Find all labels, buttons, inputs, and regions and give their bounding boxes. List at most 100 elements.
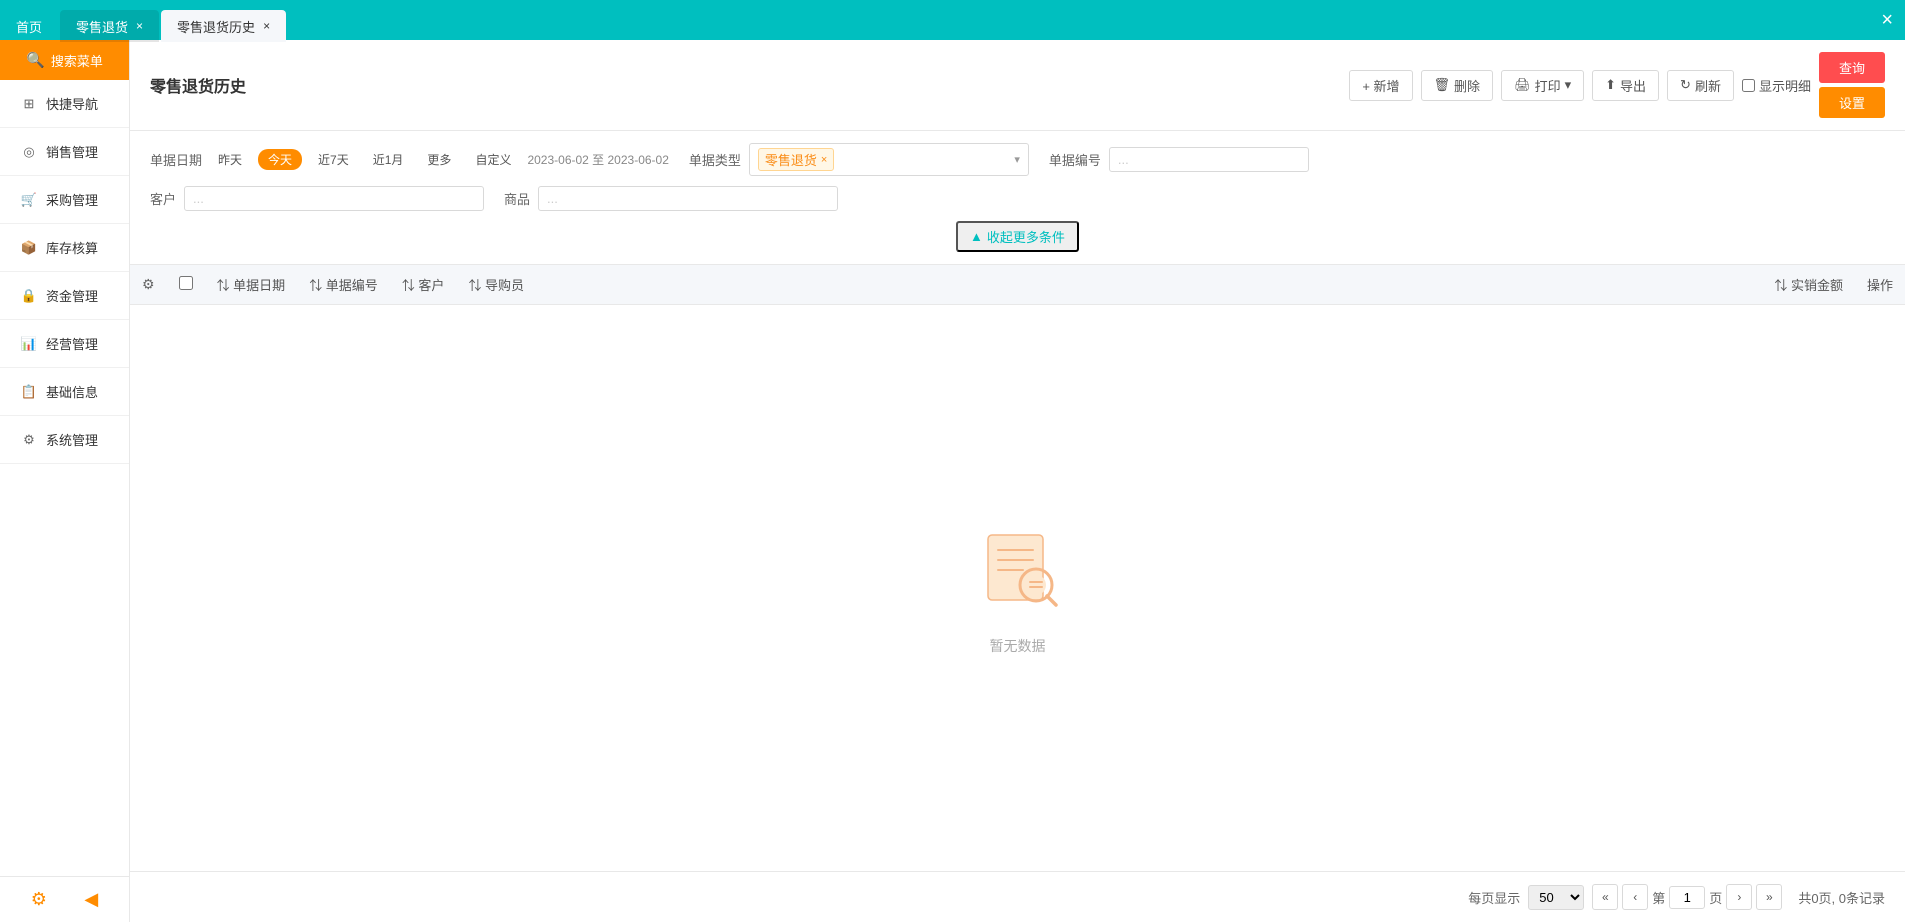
sidebar-item-system-mgmt-label: 系统管理 xyxy=(46,430,98,449)
date-btn-today[interactable]: 今天 xyxy=(258,149,302,170)
col-settings: ⚙ xyxy=(130,265,167,305)
refresh-label: 刷新 xyxy=(1695,76,1721,95)
tab-retail-return[interactable]: 零售退货 × xyxy=(60,10,159,42)
quick-nav-icon: ⊞ xyxy=(20,95,38,113)
col-date-label: ⇅ 单据日期 xyxy=(217,278,286,293)
tab-retail-return-history[interactable]: 零售退货历史 × xyxy=(161,10,286,42)
sidebar-bottom: ⚙ ◀ xyxy=(0,876,129,922)
page-header: 零售退货历史 + 新增 🗑 删除 🖨 打印 ▾ ⬆ 导出 ↻ xyxy=(130,40,1905,131)
date-btn-1month[interactable]: 近1月 xyxy=(365,149,412,170)
sidebar-item-inventory-label: 库存核算 xyxy=(46,238,98,257)
bill-no-input[interactable]: ... xyxy=(1109,147,1309,172)
settings-button[interactable]: 设置 xyxy=(1819,87,1885,118)
sidebar-item-sales-mgmt[interactable]: ◎ 销售管理 xyxy=(0,128,129,176)
col-amount-label: ⇅ 实销金额 xyxy=(1774,278,1843,293)
col-customer-label: ⇅ 客户 xyxy=(402,278,445,293)
total-info: 共0页, 0条记录 xyxy=(1798,888,1885,907)
bill-type-section: 单据类型 零售退货 × ▾ xyxy=(689,143,1029,176)
sidebar-search[interactable]: 🔍 搜索菜单 xyxy=(0,40,129,80)
page-info: 第 页 xyxy=(1652,886,1722,909)
empty-state: 暂无数据 xyxy=(130,305,1905,871)
next-page-button[interactable]: › xyxy=(1726,884,1752,910)
col-action-label: 操作 xyxy=(1867,278,1893,293)
purchase-icon: 🛒 xyxy=(20,191,38,209)
display-detail-input[interactable] xyxy=(1742,79,1755,92)
tab-home[interactable]: 首页 xyxy=(0,10,58,42)
prev-page-button[interactable]: ‹ xyxy=(1622,884,1648,910)
date-btn-custom[interactable]: 自定义 xyxy=(467,149,519,170)
top-bar: 首页 零售退货 × 零售退货历史 × × xyxy=(0,0,1905,40)
delete-button[interactable]: 🗑 删除 xyxy=(1421,70,1494,101)
print-button[interactable]: 🖨 打印 ▾ xyxy=(1501,70,1584,101)
empty-icon xyxy=(968,520,1068,620)
date-btn-yesterday[interactable]: 昨天 xyxy=(210,149,250,170)
display-detail-label: 显示明细 xyxy=(1759,76,1811,95)
basic-info-icon: 📋 xyxy=(20,383,38,401)
tab-retail-return-close[interactable]: × xyxy=(136,19,143,33)
last-page-button[interactable]: » xyxy=(1756,884,1782,910)
sidebar: 🔍 搜索菜单 ⊞ 快捷导航 ◎ 销售管理 🛒 采购管理 📦 库存核算 🔒 资金管… xyxy=(0,40,130,922)
col-guide: ⇅ 导购员 xyxy=(456,265,536,305)
inventory-icon: 📦 xyxy=(20,239,38,257)
col-bill-no: ⇅ 单据编号 xyxy=(297,265,390,305)
sidebar-item-sales-label: 销售管理 xyxy=(46,142,98,161)
goods-placeholder: ... xyxy=(547,191,558,206)
sidebar-item-quick-nav-label: 快捷导航 xyxy=(46,94,98,113)
per-page-select[interactable]: 50 10 20 100 xyxy=(1528,885,1584,910)
date-filter-label: 单据日期 xyxy=(150,150,202,169)
filter-row-1: 单据日期 昨天 今天 近7天 近1月 更多 自定义 2023-06-02 至 2… xyxy=(150,143,1885,176)
tab-home-label: 首页 xyxy=(16,17,42,36)
collapse-button[interactable]: ▲ 收起更多条件 xyxy=(956,221,1079,252)
settings-bottom-icon[interactable]: ⚙ xyxy=(31,889,47,910)
sidebar-search-label: 搜索菜单 xyxy=(51,51,103,70)
system-mgmt-icon: ⚙ xyxy=(20,431,38,449)
sales-icon: ◎ xyxy=(20,143,38,161)
sidebar-item-operations[interactable]: 📊 经营管理 xyxy=(0,320,129,368)
col-spacer xyxy=(536,265,1762,305)
bill-no-placeholder: ... xyxy=(1118,152,1129,167)
sidebar-item-basic-info[interactable]: 📋 基础信息 xyxy=(0,368,129,416)
first-page-button[interactable]: « xyxy=(1592,884,1618,910)
collapse-up-icon: ▲ xyxy=(970,229,983,244)
delete-label: 删除 xyxy=(1454,76,1480,95)
collapse-row: ▲ 收起更多条件 xyxy=(150,221,1885,252)
sidebar-item-inventory[interactable]: 📦 库存核算 xyxy=(0,224,129,272)
sidebar-item-purchase-mgmt[interactable]: 🛒 采购管理 xyxy=(0,176,129,224)
date-btn-7days[interactable]: 近7天 xyxy=(310,149,357,170)
data-table: ⚙ ⇅ 单据日期 ⇅ 单据编号 ⇅ 客户 xyxy=(130,265,1905,305)
select-all-checkbox[interactable] xyxy=(179,276,193,290)
goods-input[interactable]: ... xyxy=(538,186,838,211)
column-settings-button[interactable]: ⚙ xyxy=(142,276,155,293)
operations-icon: 📊 xyxy=(20,335,38,353)
col-bill-no-label: ⇅ 单据编号 xyxy=(309,278,378,293)
date-btn-more[interactable]: 更多 xyxy=(419,149,459,170)
date-range-display: 2023-06-02 至 2023-06-02 xyxy=(527,151,668,168)
new-button[interactable]: + 新增 xyxy=(1349,70,1412,101)
sidebar-item-finance[interactable]: 🔒 资金管理 xyxy=(0,272,129,320)
collapse-sidebar-icon[interactable]: ◀ xyxy=(84,889,98,910)
export-button[interactable]: ⬆ 导出 xyxy=(1592,70,1659,101)
sidebar-item-system-mgmt[interactable]: ⚙ 系统管理 xyxy=(0,416,129,464)
table-header-row: ⚙ ⇅ 单据日期 ⇅ 单据编号 ⇅ 客户 xyxy=(130,265,1905,305)
window-close-button[interactable]: × xyxy=(1869,9,1905,32)
query-settings-group: 查询 设置 xyxy=(1819,52,1885,118)
collapse-label: 收起更多条件 xyxy=(987,227,1065,246)
export-label: 导出 xyxy=(1620,76,1646,95)
goods-section: 商品 ... xyxy=(504,186,838,211)
display-detail-checkbox[interactable]: 显示明细 xyxy=(1742,76,1811,95)
query-button[interactable]: 查询 xyxy=(1819,52,1885,83)
refresh-icon: ↻ xyxy=(1680,77,1691,93)
bill-type-select[interactable]: 零售退货 × ▾ xyxy=(749,143,1029,176)
col-guide-label: ⇅ 导购员 xyxy=(468,278,524,293)
bill-type-label: 单据类型 xyxy=(689,150,741,169)
bill-type-chevron-icon: ▾ xyxy=(1014,153,1020,166)
sidebar-item-purchase-label: 采购管理 xyxy=(46,190,98,209)
refresh-button[interactable]: ↻ 刷新 xyxy=(1667,70,1734,101)
sidebar-item-finance-label: 资金管理 xyxy=(46,286,98,305)
page-number-input[interactable] xyxy=(1669,886,1705,909)
sidebar-item-quick-nav[interactable]: ⊞ 快捷导航 xyxy=(0,80,129,128)
tab-retail-return-history-close[interactable]: × xyxy=(263,19,270,33)
customer-input[interactable]: ... xyxy=(184,186,484,211)
tab-bar: 首页 零售退货 × 零售退货历史 × xyxy=(0,0,1869,40)
bill-type-tag-close[interactable]: × xyxy=(821,154,827,166)
